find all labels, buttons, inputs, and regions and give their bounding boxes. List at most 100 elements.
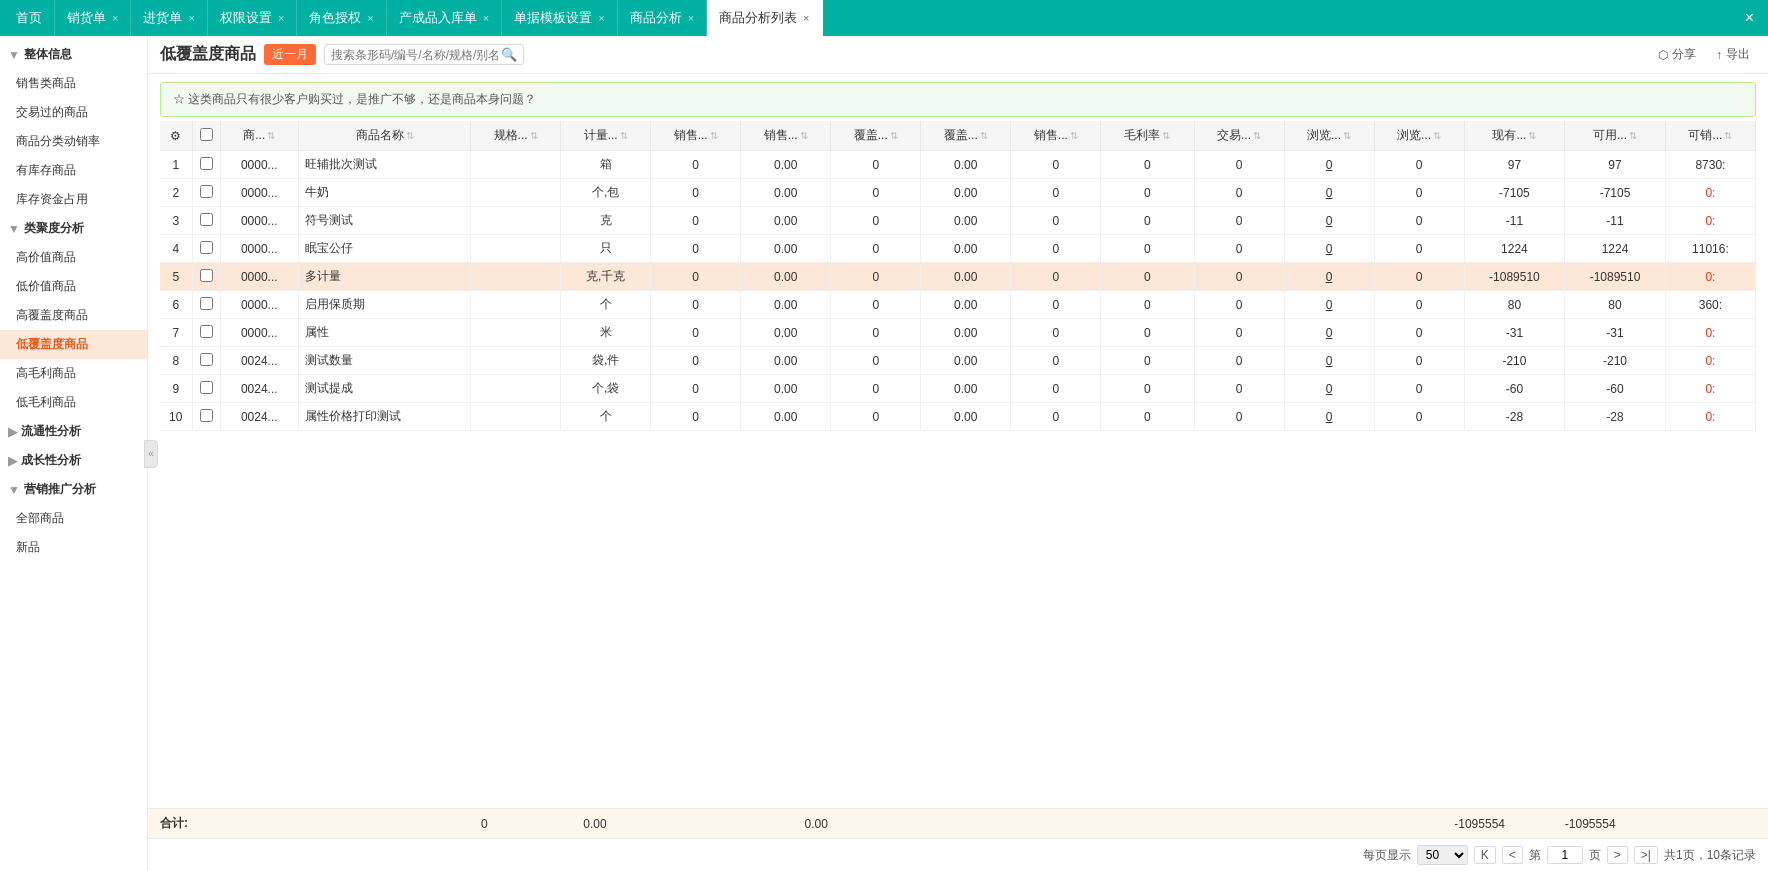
- tab-goods-analysis[interactable]: 商品分析 ×: [618, 0, 707, 36]
- sidebar-section-overall[interactable]: ▼ 整体信息: [0, 40, 147, 69]
- prev-page-button[interactable]: <: [1502, 846, 1523, 864]
- last-page-button[interactable]: >|: [1634, 846, 1658, 864]
- browse-rate-column-header[interactable]: 浏览...⇅: [1374, 121, 1464, 151]
- search-input[interactable]: [331, 48, 501, 62]
- share-button[interactable]: ⬡ 分享: [1652, 44, 1702, 65]
- code-column-header[interactable]: 商...⇅: [220, 121, 298, 151]
- browse-count-column-header[interactable]: 浏览...⇅: [1284, 121, 1374, 151]
- sidebar-section-marketing[interactable]: ▼ 营销推广分析: [0, 475, 147, 504]
- tab-purchase-order[interactable]: 进货单 ×: [131, 0, 207, 36]
- sidebar-item-all-goods[interactable]: 全部商品: [0, 504, 147, 533]
- tab-role-auth[interactable]: 角色授权 ×: [297, 0, 386, 36]
- select-all-checkbox[interactable]: [200, 128, 213, 141]
- row-checkbox[interactable]: [192, 291, 220, 319]
- sidebar-item-high-value[interactable]: 高价值商品: [0, 243, 147, 272]
- row-name[interactable]: 启用保质期: [298, 291, 470, 319]
- row-checkbox[interactable]: [192, 403, 220, 431]
- row-name[interactable]: 属性价格打印测试: [298, 403, 470, 431]
- first-page-button[interactable]: K: [1474, 846, 1496, 864]
- close-tab-sales-order[interactable]: ×: [112, 12, 118, 24]
- close-tab-goods-analysis-list[interactable]: ×: [803, 12, 809, 24]
- period-button[interactable]: 近一月: [264, 44, 316, 65]
- close-tab-finished-goods[interactable]: ×: [483, 12, 489, 24]
- available-stock-column-header[interactable]: 可用...⇅: [1565, 121, 1666, 151]
- row-browse-count[interactable]: 0: [1284, 319, 1374, 347]
- row-index: 7: [160, 319, 192, 347]
- sidebar-item-high-margin[interactable]: 高毛利商品: [0, 359, 147, 388]
- row-name[interactable]: 旺辅批次测试: [298, 151, 470, 179]
- sidebar-item-category-active-rate[interactable]: 商品分类动销率: [0, 127, 147, 156]
- tab-permission-settings[interactable]: 权限设置 ×: [208, 0, 297, 36]
- row-name[interactable]: 属性: [298, 319, 470, 347]
- sidebar-item-low-margin[interactable]: 低毛利商品: [0, 388, 147, 417]
- sidebar-item-stock-capital[interactable]: 库存资金占用: [0, 185, 147, 214]
- current-stock-column-header[interactable]: 现有...⇅: [1464, 121, 1565, 151]
- row-browse-count[interactable]: 0: [1284, 403, 1374, 431]
- sidebar-item-stocked-goods[interactable]: 有库存商品: [0, 156, 147, 185]
- next-page-button[interactable]: >: [1607, 846, 1628, 864]
- close-tab-template-settings[interactable]: ×: [598, 12, 604, 24]
- sidebar-item-high-coverage[interactable]: 高覆盖度商品: [0, 301, 147, 330]
- sidebar: ▼ 整体信息 销售类商品 交易过的商品 商品分类动销率 有库存商品 库存资金占用…: [0, 36, 148, 871]
- row-name[interactable]: 多计量: [298, 263, 470, 291]
- cover-customers-column-header[interactable]: 覆盖...⇅: [831, 121, 921, 151]
- sidebar-section-growth[interactable]: ▶ 成长性分析: [0, 446, 147, 475]
- per-page-select[interactable]: 50 100 200: [1417, 845, 1468, 865]
- tab-goods-analysis-list[interactable]: 商品分析列表 ×: [707, 0, 822, 36]
- tab-home[interactable]: 首页: [4, 0, 55, 36]
- row-checkbox[interactable]: [192, 235, 220, 263]
- tab-finished-goods[interactable]: 产成品入库单 ×: [387, 0, 502, 36]
- row-name[interactable]: 牛奶: [298, 179, 470, 207]
- unit-column-header[interactable]: 计量...⇅: [561, 121, 651, 151]
- row-browse-count[interactable]: 0: [1284, 179, 1374, 207]
- row-checkbox[interactable]: [192, 263, 220, 291]
- sidebar-item-low-value[interactable]: 低价值商品: [0, 272, 147, 301]
- page-number-input[interactable]: [1547, 846, 1583, 864]
- sidebar-item-new-goods[interactable]: 新品: [0, 533, 147, 562]
- name-column-header[interactable]: 商品名称⇅: [298, 121, 470, 151]
- table-row: 10 0024... 属性价格打印测试 个 0 0.00 0 0.00 0 0 …: [160, 403, 1756, 431]
- sales-count-column-header[interactable]: 销售...⇅: [1011, 121, 1101, 151]
- sidebar-section-flow[interactable]: ▶ 流通性分析: [0, 417, 147, 446]
- sale-amt-column-header[interactable]: 销售...⇅: [741, 121, 831, 151]
- sidebar-section-cluster[interactable]: ▼ 类聚度分析: [0, 214, 147, 243]
- row-browse-count[interactable]: 0: [1284, 263, 1374, 291]
- row-checkbox[interactable]: [192, 207, 220, 235]
- sidebar-collapse-button[interactable]: «: [144, 440, 158, 468]
- tab-sales-order[interactable]: 销货单 ×: [55, 0, 131, 36]
- window-close-button[interactable]: ×: [1735, 9, 1764, 27]
- row-name[interactable]: 眠宝公仔: [298, 235, 470, 263]
- close-tab-purchase-order[interactable]: ×: [188, 12, 194, 24]
- row-gross-rate: 0: [1101, 235, 1194, 263]
- close-tab-permission-settings[interactable]: ×: [278, 12, 284, 24]
- spec-column-header[interactable]: 规格...⇅: [471, 121, 561, 151]
- row-name[interactable]: 符号测试: [298, 207, 470, 235]
- row-name[interactable]: 测试提成: [298, 375, 470, 403]
- settings-column-header[interactable]: ⚙: [160, 121, 192, 151]
- row-checkbox[interactable]: [192, 151, 220, 179]
- gross-rate-column-header[interactable]: 毛利率⇅: [1101, 121, 1194, 151]
- row-browse-count[interactable]: 0: [1284, 235, 1374, 263]
- row-browse-count[interactable]: 0: [1284, 347, 1374, 375]
- row-browse-count[interactable]: 0: [1284, 207, 1374, 235]
- row-browse-count[interactable]: 0: [1284, 291, 1374, 319]
- row-checkbox[interactable]: [192, 347, 220, 375]
- row-browse-count[interactable]: 0: [1284, 151, 1374, 179]
- sidebar-item-sales-goods[interactable]: 销售类商品: [0, 69, 147, 98]
- close-tab-goods-analysis[interactable]: ×: [688, 12, 694, 24]
- row-checkbox[interactable]: [192, 179, 220, 207]
- row-checkbox[interactable]: [192, 375, 220, 403]
- row-browse-count[interactable]: 0: [1284, 375, 1374, 403]
- sale-qty-column-header[interactable]: 销售...⇅: [651, 121, 741, 151]
- close-tab-role-auth[interactable]: ×: [367, 12, 373, 24]
- trans-count-column-header[interactable]: 交易...⇅: [1194, 121, 1284, 151]
- cover-rate-column-header[interactable]: 覆盖...⇅: [921, 121, 1011, 151]
- tab-template-settings[interactable]: 单据模板设置 ×: [502, 0, 617, 36]
- row-name[interactable]: 测试数量: [298, 347, 470, 375]
- row-checkbox[interactable]: [192, 319, 220, 347]
- search-icon[interactable]: 🔍: [501, 47, 517, 62]
- salable-stock-column-header[interactable]: 可销...⇅: [1665, 121, 1755, 151]
- sidebar-item-traded-goods[interactable]: 交易过的商品: [0, 98, 147, 127]
- export-button[interactable]: ↑ 导出: [1710, 44, 1756, 65]
- sidebar-item-low-coverage[interactable]: 低覆盖度商品: [0, 330, 147, 359]
